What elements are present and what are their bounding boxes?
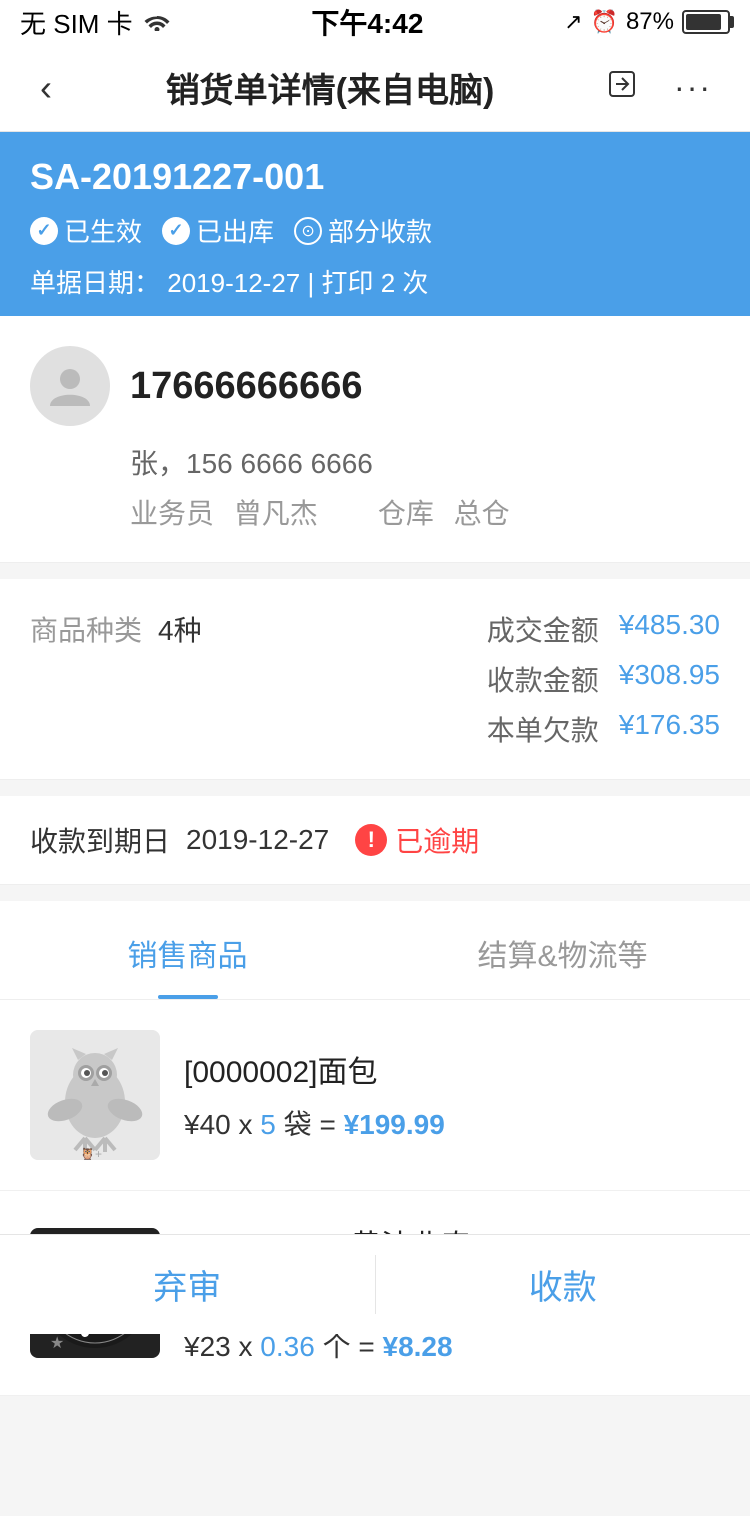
warehouse-info: 仓库 总仓 — [378, 492, 510, 532]
product-price-1: ¥40 x 5 袋 = ¥199.99 — [184, 1103, 720, 1143]
svg-text:🦉+: 🦉+ — [80, 1147, 102, 1160]
status-shipped: ✓ 已出库 — [162, 212, 274, 249]
customer-id: 17666666666 — [130, 365, 362, 408]
stat-label-1: 成交金额 — [487, 609, 599, 649]
sales-label: 业务员 — [130, 498, 214, 529]
overdue-icon: ! — [355, 824, 387, 856]
stats-left: 商品种类 4种 — [30, 609, 202, 649]
stat-value-3: ¥176.35 — [619, 709, 720, 749]
due-label: 收款到期日 — [30, 820, 170, 860]
status-partial: ⊙ 部分收款 — [294, 212, 432, 249]
product-total-2: ¥8.28 — [383, 1331, 453, 1362]
bottom-bar: 弃审 收款 — [0, 1234, 750, 1334]
category-value: 4种 — [158, 609, 202, 649]
cancel-button[interactable]: 弃审 — [0, 1235, 375, 1334]
customer-avatar — [30, 346, 110, 426]
nav-bar: ‹ 销货单详情(来自电脑) ··· — [0, 44, 750, 132]
check-icon-1: ✓ — [30, 217, 58, 245]
tabs-section: 销售商品 结算&物流等 — [0, 901, 750, 1000]
back-button[interactable]: ‹ — [30, 57, 62, 119]
customer-row: 17666666666 — [30, 346, 720, 426]
status-bar: 无 SIM 卡 下午4:42 ↗ ⏰ 87% — [0, 0, 750, 44]
due-date: 2019-12-27 — [186, 824, 329, 856]
stat-label-2: 收款金额 — [487, 659, 599, 699]
battery-icon — [682, 10, 730, 34]
stat-value-2: ¥308.95 — [619, 659, 720, 699]
sales-name: 曾凡杰 — [234, 498, 318, 529]
product-qty-2: 0.36 — [260, 1331, 315, 1362]
carrier-label: 无 SIM 卡 — [20, 4, 133, 41]
status-time: 下午4:42 — [311, 2, 423, 42]
alarm-icon: ⏰ — [591, 9, 618, 35]
order-header: SA-20191227-001 ✓ 已生效 ✓ 已出库 ⊙ 部分收款 单据日期：… — [0, 132, 750, 316]
sales-info: 业务员 曾凡杰 — [130, 492, 318, 532]
overdue-text: 已逾期 — [395, 820, 479, 860]
battery-label: 87% — [626, 8, 674, 36]
page-title: 销货单详情(来自电脑) — [166, 63, 495, 112]
tab-settlement[interactable]: 结算&物流等 — [375, 901, 750, 999]
more-button[interactable]: ··· — [666, 61, 720, 114]
products-section: 🦉+ [0000002]面包 ¥40 x 5 袋 = ¥199.99 — [0, 1000, 750, 1396]
check-icon-2: ✓ — [162, 217, 190, 245]
status-right: ↗ ⏰ 87% — [564, 8, 730, 36]
customer-phone: 张，156 6666 6666 — [130, 442, 720, 482]
overdue-badge: ! 已逾期 — [355, 820, 479, 860]
status-badges: ✓ 已生效 ✓ 已出库 ⊙ 部分收款 — [30, 212, 720, 249]
customer-detail: 业务员 曾凡杰 仓库 总仓 — [130, 492, 720, 532]
wifi-icon — [143, 7, 171, 38]
warehouse-label: 仓库 — [378, 498, 434, 529]
customer-section: 17666666666 张，156 6666 6666 业务员 曾凡杰 仓库 总… — [0, 316, 750, 563]
due-section: 收款到期日 2019-12-27 ! 已逾期 — [0, 796, 750, 885]
product-item-1: 🦉+ [0000002]面包 ¥40 x 5 袋 = ¥199.99 — [0, 1000, 750, 1191]
stat-row-2: 收款金额 ¥308.95 — [487, 659, 720, 699]
product-total-1: ¥199.99 — [344, 1109, 445, 1140]
stat-row-1: 成交金额 ¥485.30 — [487, 609, 720, 649]
status-active: ✓ 已生效 — [30, 212, 142, 249]
product-name-1: [0000002]面包 — [184, 1047, 720, 1091]
tabs-row: 销售商品 结算&物流等 — [0, 901, 750, 999]
status-left: 无 SIM 卡 — [20, 4, 171, 41]
clock-icon: ⊙ — [294, 217, 322, 245]
nav-actions: ··· — [598, 59, 720, 117]
confirm-button[interactable]: 收款 — [376, 1235, 750, 1334]
stat-label-3: 本单欠款 — [487, 709, 599, 749]
warehouse-name: 总仓 — [454, 498, 510, 529]
product-info-1: [0000002]面包 ¥40 x 5 袋 = ¥199.99 — [184, 1047, 720, 1143]
share-button[interactable] — [598, 59, 646, 117]
stats-right: 成交金额 ¥485.30 收款金额 ¥308.95 本单欠款 ¥176.35 — [487, 609, 720, 749]
stats-section: 商品种类 4种 成交金额 ¥485.30 收款金额 ¥308.95 本单欠款 ¥… — [0, 579, 750, 780]
stat-row-3: 本单欠款 ¥176.35 — [487, 709, 720, 749]
stat-value-1: ¥485.30 — [619, 609, 720, 649]
tab-sales-products[interactable]: 销售商品 — [0, 901, 375, 999]
product-thumb-1: 🦉+ — [30, 1030, 160, 1160]
order-id: SA-20191227-001 — [30, 156, 720, 198]
svg-text:★: ★ — [50, 1335, 64, 1352]
location-icon: ↗ — [564, 9, 582, 35]
category-label: 商品种类 — [30, 609, 142, 649]
order-meta: 单据日期： 2019-12-27 | 打印 2 次 — [30, 263, 720, 300]
product-qty-1: 5 — [260, 1109, 276, 1140]
